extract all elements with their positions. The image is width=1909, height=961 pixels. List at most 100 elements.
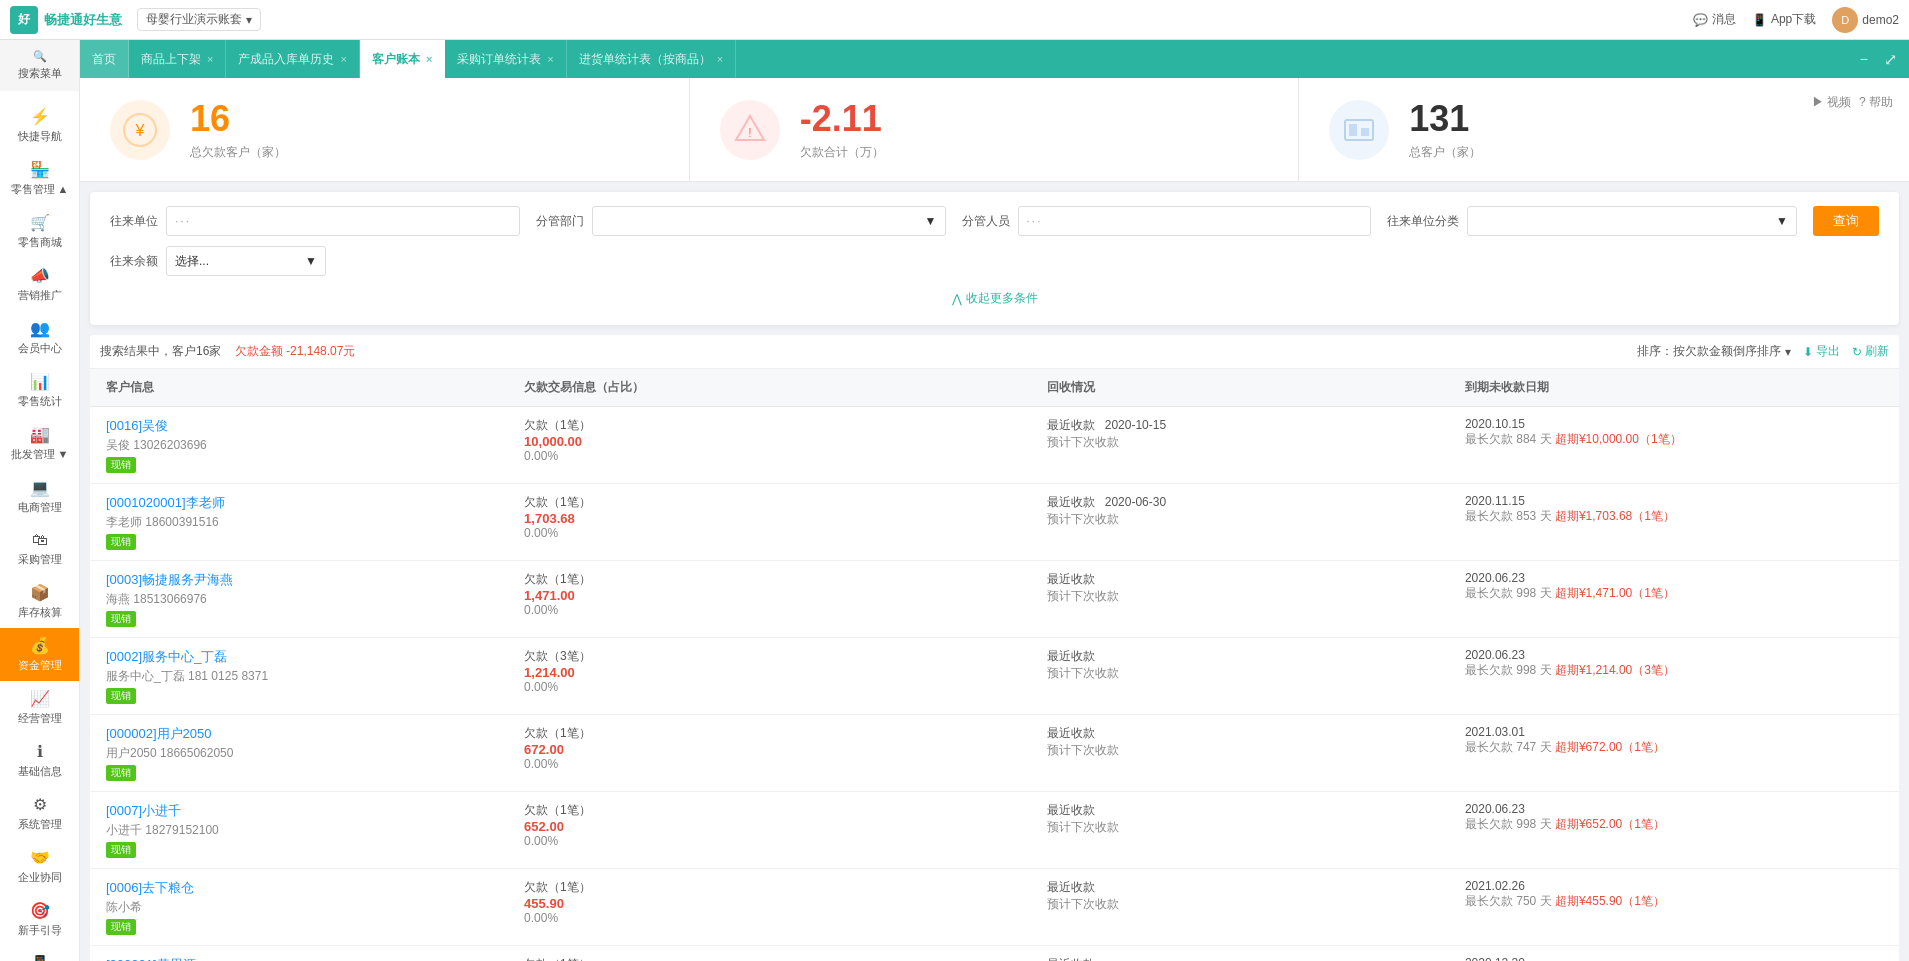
debt-ratio: 0.00% bbox=[524, 526, 1047, 540]
total-customers-value: 131 bbox=[1409, 98, 1481, 140]
sidebar-item-purchase[interactable]: 🛍 采购管理 bbox=[0, 523, 79, 575]
customer-phone: 李老师 18600391516 bbox=[106, 514, 524, 531]
sidebar-item-guide[interactable]: 🎯 新手引导 bbox=[0, 893, 79, 946]
main-layout: 🔍 搜索菜单 ⚡ 快捷导航 🏪 零售管理 ▲ 🛒 零售商城 � bbox=[0, 40, 1909, 961]
sidebar-item-retail-mgmt[interactable]: 🏪 零售管理 ▲ bbox=[0, 152, 79, 205]
customer-name-link[interactable]: [0016]吴俊 bbox=[106, 417, 524, 435]
overdue-amount-link[interactable]: 超期¥1,703.68（1笔） bbox=[1555, 509, 1675, 523]
remain-arrow-icon: ▼ bbox=[305, 254, 317, 268]
debt-ratio: 0.00% bbox=[524, 911, 1047, 925]
unit-category-label: 往来单位分类 bbox=[1387, 213, 1459, 230]
overdue-amount-link[interactable]: 超期¥672.00（1笔） bbox=[1555, 740, 1665, 754]
tab-purchase-stats[interactable]: 采购订单统计表 × bbox=[445, 40, 566, 78]
minimize-window-icon[interactable]: － bbox=[1852, 47, 1876, 72]
org-selector[interactable]: 母婴行业演示账套 ▾ bbox=[137, 8, 261, 31]
debt-info-cell: 欠款（1笔） 652.00 0.00% bbox=[524, 802, 1047, 848]
help-button[interactable]: ? 帮助 bbox=[1859, 94, 1893, 111]
sidebar-item-inventory[interactable]: 📦 库存核算 bbox=[0, 575, 79, 628]
due-date-cell: 2021.02.26 最长欠款 750 天 超期¥455.90（1笔） bbox=[1465, 879, 1883, 910]
latest-payment-label: 最近收款 2020-06-30 bbox=[1047, 494, 1465, 511]
overdue-amount-link[interactable]: 超期¥1,471.00（1笔） bbox=[1555, 586, 1675, 600]
due-date-cell: 2020.12.30 最长欠款 808 天 超期¥429.00（1笔） bbox=[1465, 956, 1883, 961]
customer-name-link[interactable]: [000002]用户2050 bbox=[106, 725, 524, 743]
dept-select[interactable]: ▼ bbox=[592, 206, 946, 236]
filter-row-2: 往来余额 选择... ▼ bbox=[110, 246, 1879, 276]
operations-icon: 📈 bbox=[30, 689, 50, 708]
debt-amount: 1,703.68 bbox=[524, 511, 1047, 526]
customer-name-link[interactable]: [0001020001]李老师 bbox=[106, 494, 524, 512]
staff-input[interactable]: ··· bbox=[1018, 206, 1372, 236]
customer-name-link[interactable]: [0003]畅捷服务尹海燕 bbox=[106, 571, 524, 589]
overdue-amount-link[interactable]: 超期¥455.90（1笔） bbox=[1555, 894, 1665, 908]
ecommerce-icon: 💻 bbox=[30, 478, 50, 497]
message-icon: 💬 bbox=[1693, 13, 1708, 27]
sidebar-item-member[interactable]: 👥 会员中心 bbox=[0, 311, 79, 364]
wholesale-icon: 🏭 bbox=[30, 425, 50, 444]
maximize-window-icon[interactable]: ⤢ bbox=[1880, 48, 1901, 71]
customer-phone: 海燕 18513066976 bbox=[106, 591, 524, 608]
close-tab-customer-ledger[interactable]: × bbox=[426, 53, 432, 65]
tab-customer-ledger[interactable]: 客户账本 × bbox=[360, 40, 445, 78]
sidebar-item-marketing[interactable]: 📣 营销推广 bbox=[0, 258, 79, 311]
from-unit-input[interactable]: ··· bbox=[166, 206, 520, 236]
table-row: [0016]吴俊 吴俊 13026203696 现销 欠款（1笔） 10,000… bbox=[90, 407, 1899, 484]
tab-stock-stats[interactable]: 进货单统计表（按商品） × bbox=[567, 40, 736, 78]
sidebar-item-finance[interactable]: 💰 资金管理 bbox=[0, 628, 79, 681]
customer-info-cell: [000002]用户2050 用户2050 18665062050 现销 bbox=[106, 725, 524, 781]
logo-icon: 好 bbox=[10, 6, 38, 34]
table-row: [0007]小进千 小进千 18279152100 现销 欠款（1笔） 652.… bbox=[90, 792, 1899, 869]
sidebar-item-enterprise[interactable]: 🤝 企业协同 bbox=[0, 840, 79, 893]
sidebar-item-app-center[interactable]: 📱 应用中心 bbox=[0, 946, 79, 961]
tab-bar: 首页 商品上下架 × 产成品入库单历史 × 客户账本 × 采购订单统计表 × bbox=[80, 40, 1909, 78]
stat-card-debt-customers-info: 16 总欠款客户（家） bbox=[190, 98, 286, 161]
unit-category-select[interactable]: ▼ bbox=[1467, 206, 1797, 236]
sidebar-item-base-info[interactable]: ℹ 基础信息 bbox=[0, 734, 79, 787]
tab-stock-history[interactable]: 产成品入库单历史 × bbox=[226, 40, 359, 78]
overdue-amount-link[interactable]: 超期¥652.00（1笔） bbox=[1555, 817, 1665, 831]
sidebar-item-retail-stats[interactable]: 📊 零售统计 bbox=[0, 364, 79, 417]
overdue-amount-link[interactable]: 超期¥1,214.00（3笔） bbox=[1555, 663, 1675, 677]
svg-rect-6 bbox=[1361, 128, 1369, 136]
sidebar-item-ecommerce[interactable]: 💻 电商管理 bbox=[0, 470, 79, 523]
sidebar-item-system[interactable]: ⚙ 系统管理 bbox=[0, 787, 79, 840]
sidebar-item-retail-store[interactable]: 🛒 零售商城 bbox=[0, 205, 79, 258]
customer-phone: 用户2050 18665062050 bbox=[106, 745, 524, 762]
app-download-button[interactable]: 📱 App下载 bbox=[1752, 11, 1816, 28]
overdue-amount-link[interactable]: 超期¥10,000.00（1笔） bbox=[1555, 432, 1682, 446]
search-menu-button[interactable]: 🔍 搜索菜单 bbox=[6, 46, 73, 85]
top-bar: 好 畅捷通好生意 母婴行业演示账套 ▾ 💬 消息 📱 App下载 D demo2 bbox=[0, 0, 1909, 40]
due-date-value: 2020.10.15 bbox=[1465, 417, 1883, 431]
tab-home[interactable]: 首页 bbox=[80, 40, 129, 78]
debt-ratio: 0.00% bbox=[524, 680, 1047, 694]
customer-name-link[interactable]: [000001]黄思源 bbox=[106, 956, 524, 961]
close-tab-purchase-stats[interactable]: × bbox=[547, 53, 553, 65]
sidebar-item-wholesale[interactable]: 🏭 批发管理 ▼ bbox=[0, 417, 79, 470]
message-button[interactable]: 💬 消息 bbox=[1693, 11, 1736, 28]
latest-payment-label: 最近收款 bbox=[1047, 879, 1465, 896]
user-profile[interactable]: D demo2 bbox=[1832, 7, 1899, 33]
customer-name-link[interactable]: [0007]小进千 bbox=[106, 802, 524, 820]
close-tab-product-listing[interactable]: × bbox=[207, 53, 213, 65]
table-row: [000002]用户2050 用户2050 18665062050 现销 欠款（… bbox=[90, 715, 1899, 792]
customer-name-link[interactable]: [0002]服务中心_丁磊 bbox=[106, 648, 524, 666]
sidebar-item-quick-nav[interactable]: ⚡ 快捷导航 bbox=[0, 99, 79, 152]
remain-select[interactable]: 选择... ▼ bbox=[166, 246, 326, 276]
customer-name-link[interactable]: [0006]去下粮仓 bbox=[106, 879, 524, 897]
due-date-cell: 2020.06.23 最长欠款 998 天 超期¥1,471.00（1笔） bbox=[1465, 571, 1883, 602]
tab-product-listing[interactable]: 商品上下架 × bbox=[129, 40, 226, 78]
due-date-cell: 2020.06.23 最长欠款 998 天 超期¥1,214.00（3笔） bbox=[1465, 648, 1883, 679]
sidebar-item-operations[interactable]: 📈 经营管理 bbox=[0, 681, 79, 734]
close-tab-stock-history[interactable]: × bbox=[340, 53, 346, 65]
collapse-button[interactable]: ⋀ 收起更多条件 bbox=[110, 286, 1879, 311]
refresh-button[interactable]: ↻ 刷新 bbox=[1852, 343, 1889, 360]
search-button[interactable]: 查询 bbox=[1813, 206, 1879, 236]
col-due-date: 到期未收款日期 bbox=[1465, 379, 1883, 396]
due-date-cell: 2021.03.01 最长欠款 747 天 超期¥672.00（1笔） bbox=[1465, 725, 1883, 756]
payment-status-cell: 最近收款 预计下次收款 bbox=[1047, 725, 1465, 759]
video-button[interactable]: ▶ 视频 bbox=[1812, 94, 1851, 111]
sort-button[interactable]: 排序：按欠款金额倒序排序 ▾ bbox=[1637, 343, 1791, 360]
export-button[interactable]: ⬇ 导出 bbox=[1803, 343, 1840, 360]
next-payment-label: 预计下次收款 bbox=[1047, 434, 1465, 451]
close-tab-stock-stats[interactable]: × bbox=[717, 53, 723, 65]
finance-icon: 💰 bbox=[30, 636, 50, 655]
